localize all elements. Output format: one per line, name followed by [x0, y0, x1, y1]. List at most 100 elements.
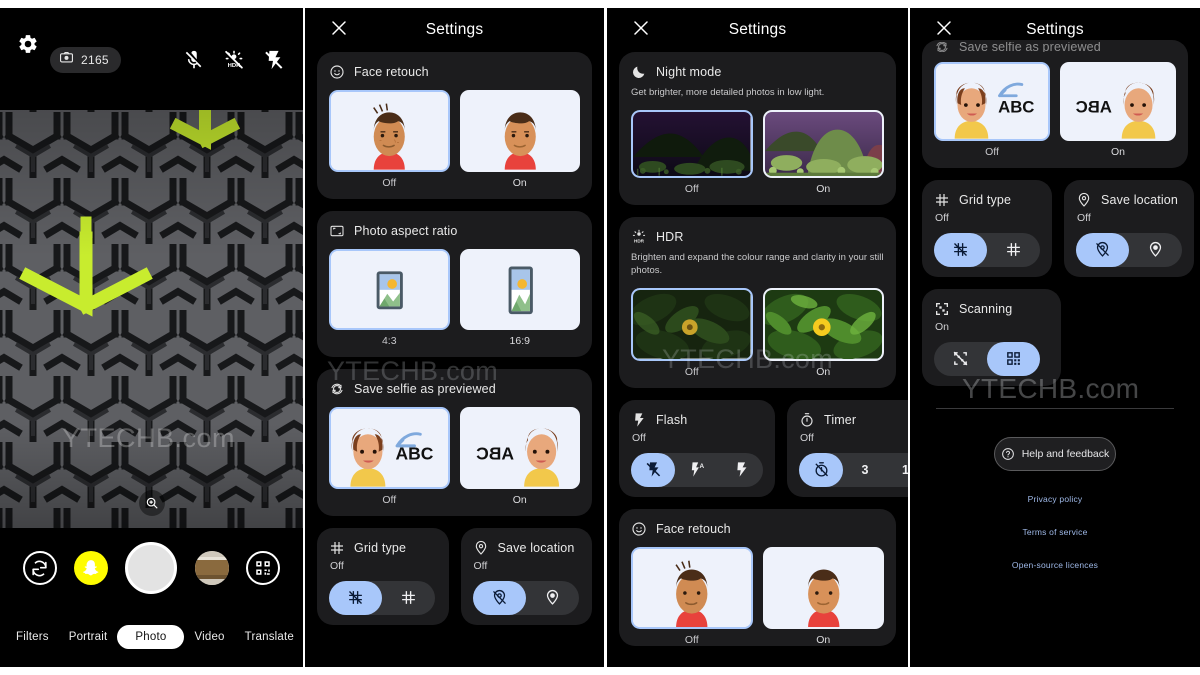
face-retouch-2-options: Off On — [631, 546, 884, 646]
save-selfie-3-option-on[interactable]: ABC On — [1060, 62, 1176, 158]
svg-text:ABC: ABC — [1076, 98, 1112, 117]
flash-toggle[interactable]: A — [631, 452, 763, 487]
face-retouch-option-off[interactable]: Off — [329, 90, 450, 189]
aspect-4-3-label: 4:3 — [381, 335, 397, 348]
save-selfie-3-options: ABC Off ABC On — [934, 62, 1176, 158]
card-save-selfie: Save selfie as previewed ABC Off ABC On — [317, 369, 592, 516]
close-icon[interactable] — [330, 19, 348, 37]
card-location-head: Save location — [473, 540, 581, 556]
scanning-toggle[interactable] — [934, 341, 1040, 376]
card-face-retouch-2-title: Face retouch — [656, 521, 731, 536]
camera-shutter-row — [0, 538, 303, 598]
scan-on-icon[interactable] — [987, 342, 1040, 376]
settings-gear-icon[interactable] — [17, 33, 39, 55]
flash-icon — [631, 412, 647, 428]
aspect-option-4-3[interactable]: 4:3 — [329, 248, 450, 348]
camera-mode-translate[interactable]: Translate — [235, 625, 303, 649]
save-selfie-option-on[interactable]: ABC On — [459, 407, 580, 506]
card-hdr-title: HDR — [656, 230, 684, 245]
card-face-retouch: Face retouch Off On — [317, 52, 592, 199]
card-save-selfie-title: Save selfie as previewed — [354, 382, 496, 397]
grid-type-toggle-3[interactable] — [934, 232, 1040, 267]
last-photo-thumbnail[interactable] — [194, 551, 229, 585]
settings2-body[interactable]: Night mode Get brighter, more detailed p… — [607, 52, 908, 646]
timer-10s-option[interactable]: 10 — [887, 453, 908, 487]
camera-mode-portrait[interactable]: Portrait — [59, 625, 118, 649]
settings3-body[interactable]: Save selfie as previewed ABC Off ABC On … — [910, 40, 1200, 570]
settings2-title: Settings — [728, 21, 787, 38]
card-grid-3-value: Off — [935, 211, 949, 224]
selfie-on-image-3: ABC — [1062, 64, 1174, 139]
photo-count-icon — [59, 50, 74, 70]
link-terms-of-service[interactable]: Terms of service — [922, 527, 1188, 537]
location-on-icon[interactable] — [526, 581, 579, 615]
grid-on-icon[interactable] — [382, 581, 435, 615]
save-location-toggle[interactable] — [472, 580, 579, 615]
qr-scan-icon[interactable] — [246, 551, 281, 585]
link-privacy-policy[interactable]: Privacy policy — [922, 494, 1188, 504]
zoom-in-icon[interactable] — [138, 490, 165, 516]
camera-mode-filters[interactable]: Filters — [6, 625, 59, 649]
grid-type-toggle[interactable] — [329, 580, 435, 615]
location-off-icon[interactable] — [473, 581, 526, 615]
link-open-source-licences[interactable]: Open-source licences — [922, 560, 1188, 570]
timer-toggle[interactable]: 3 10 — [799, 452, 908, 487]
card-aspect-title: Photo aspect ratio — [354, 223, 458, 238]
settings-panel-2: Settings Night mode Get brighter, more d… — [607, 8, 908, 667]
card-timer-head: Timer — [799, 412, 908, 428]
close-icon[interactable] — [632, 19, 650, 37]
location-on-icon[interactable] — [1129, 233, 1182, 267]
timer-3s-option[interactable]: 3 — [843, 453, 887, 487]
svg-text:HDR: HDR — [634, 239, 645, 244]
grid-off-icon[interactable] — [934, 233, 987, 267]
location-off-icon[interactable] — [1076, 233, 1129, 267]
card-save-selfie-3: Save selfie as previewed ABC Off ABC On — [922, 40, 1188, 168]
hdr-option-off[interactable]: Off — [631, 288, 753, 378]
save-location-toggle-3[interactable] — [1076, 232, 1182, 267]
flash-on-icon[interactable] — [719, 453, 763, 487]
face-retouch-2-off-label: Off — [684, 633, 699, 646]
help-and-feedback-button[interactable]: Help and feedback — [994, 436, 1116, 471]
hdr-off-icon[interactable]: HDR — [223, 49, 245, 71]
face-retouch-option-on[interactable]: On — [459, 90, 580, 189]
camera-mode-video[interactable]: Video — [184, 625, 234, 649]
hdr-off-image — [633, 290, 751, 359]
camera-bottom-bar: Filters Portrait Photo Video Translate — [0, 528, 303, 667]
photo-count-pill[interactable]: 2165 — [50, 47, 121, 73]
card-scanning: Scanning On — [922, 288, 1061, 386]
camera-mode-photo[interactable]: Photo — [117, 625, 185, 649]
flash-off-icon[interactable] — [263, 49, 285, 71]
grid-off-icon[interactable] — [329, 581, 382, 615]
save-selfie-option-off[interactable]: ABC Off — [329, 407, 450, 506]
grid-on-icon[interactable] — [987, 233, 1040, 267]
save-selfie-3-option-off[interactable]: ABC Off — [934, 62, 1050, 158]
save-selfie-on-label: On — [512, 493, 527, 506]
card-night-desc: Get brighter, more detailed photos in lo… — [631, 87, 825, 98]
flash-off-icon[interactable] — [631, 453, 675, 487]
svg-text:ABC: ABC — [475, 444, 513, 464]
save-selfie-off-label: Off — [382, 493, 397, 506]
aspect-options: 4:3 16:9 — [329, 248, 580, 348]
camera-viewfinder[interactable]: YTECHB.com — [0, 110, 303, 528]
night-mode-option-off[interactable]: Off — [631, 109, 753, 195]
card-hdr-desc: Brighten and expand the colour range and… — [631, 252, 884, 277]
settings2-header: Settings — [607, 8, 908, 52]
card-night-head: Night mode — [631, 64, 884, 80]
scan-off-icon[interactable] — [934, 342, 987, 376]
mic-off-icon[interactable] — [183, 49, 205, 71]
shutter-button[interactable] — [125, 542, 178, 594]
face-retouch-2-option-off[interactable]: Off — [631, 546, 753, 646]
hdr-option-on[interactable]: On — [762, 288, 884, 378]
card-grid-head: Grid type — [329, 540, 437, 556]
flash-auto-icon[interactable]: A — [675, 453, 719, 487]
settings1-body[interactable]: Face retouch Off On Photo aspect ratio 4… — [305, 52, 604, 625]
face-retouch-2-option-on[interactable]: On — [762, 546, 884, 646]
card-photo-aspect-ratio: Photo aspect ratio 4:3 16:9 — [317, 210, 592, 358]
close-icon[interactable] — [935, 19, 953, 37]
aspect-option-16-9[interactable]: 16:9 — [459, 248, 580, 347]
snapchat-icon[interactable] — [74, 551, 109, 585]
night-mode-option-on[interactable]: On — [762, 109, 884, 195]
flip-camera-icon[interactable] — [22, 551, 57, 585]
help-circle-icon — [1001, 447, 1015, 461]
timer-off-icon[interactable] — [799, 453, 843, 487]
